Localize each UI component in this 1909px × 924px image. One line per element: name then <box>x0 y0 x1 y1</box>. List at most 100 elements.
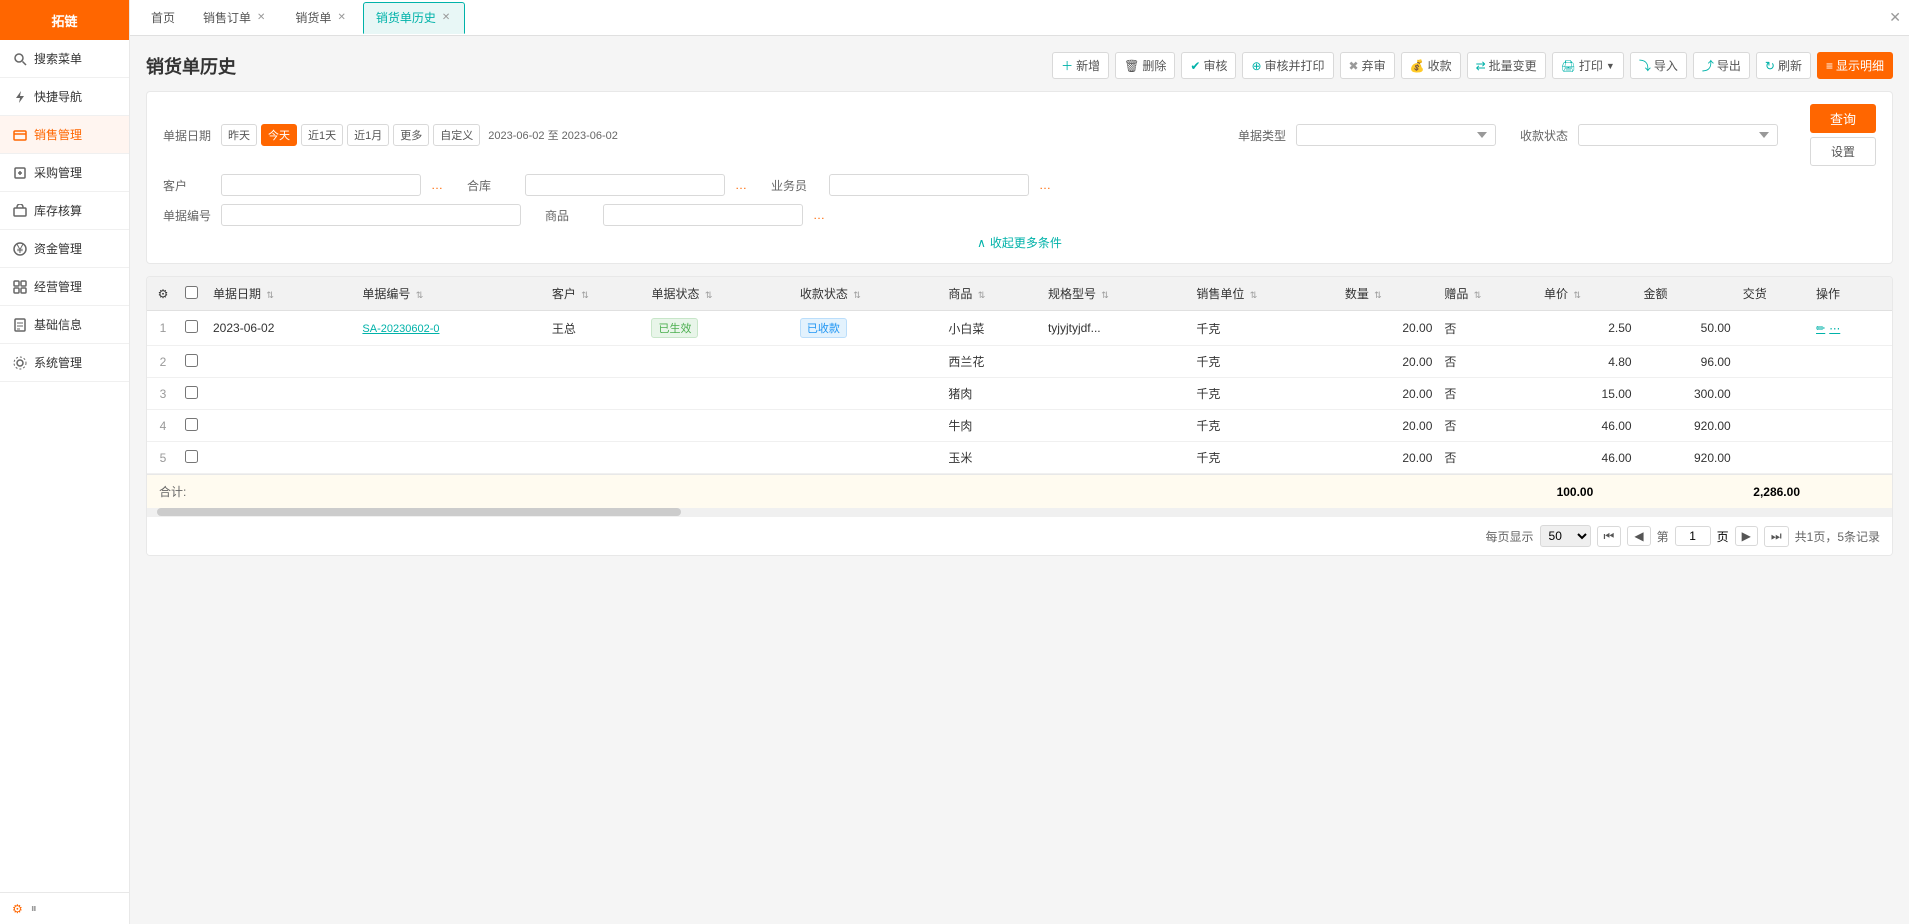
staff-dots[interactable]: … <box>1039 178 1051 192</box>
col-customer[interactable]: 客户 ⇅ <box>546 277 646 311</box>
col-pay-status[interactable]: 收款状态 ⇅ <box>794 277 942 311</box>
pay-status-select[interactable] <box>1578 124 1778 146</box>
row-checkbox[interactable] <box>185 354 198 367</box>
audit-print-button[interactable]: ⊕ 审核并打印 <box>1242 52 1333 79</box>
sidebar-item-inventory[interactable]: 库存核算 <box>0 192 129 230</box>
query-button[interactable]: 查询 <box>1810 104 1876 133</box>
row-checkbox[interactable] <box>185 386 198 399</box>
select-all-checkbox[interactable] <box>185 286 198 299</box>
print-icon: 🖨 <box>1561 59 1576 73</box>
date-label: 单据日期 <box>163 127 213 144</box>
sidebar-item-finance[interactable]: ¥ 资金管理 <box>0 230 129 268</box>
warehouse-input[interactable] <box>525 174 725 196</box>
print-button[interactable]: 🖨 打印 ▼ <box>1552 52 1624 79</box>
audit-button[interactable]: ✔ 审核 <box>1181 52 1236 79</box>
sidebar-item-operation[interactable]: 经营管理 <box>0 268 129 306</box>
sidebar-item-purchase[interactable]: 采购管理 <box>0 154 129 192</box>
date-more-btn[interactable]: 更多 <box>393 124 429 146</box>
cell-delivery <box>1737 346 1810 378</box>
warehouse-dots[interactable]: … <box>735 178 747 192</box>
more-action-btn[interactable]: ⋯ <box>1829 323 1840 335</box>
sidebar-item-quick-nav[interactable]: 快捷导航 <box>0 78 129 116</box>
page-number-input[interactable] <box>1675 526 1711 546</box>
tab-sales-delivery[interactable]: 销货单 ✕ <box>282 2 360 34</box>
sidebar-item-system[interactable]: 系统管理 <box>0 344 129 382</box>
row-checkbox[interactable] <box>185 320 198 333</box>
col-goods[interactable]: 商品 ⇅ <box>942 277 1042 311</box>
tab-close-sales-history[interactable]: ✕ <box>440 11 452 24</box>
sidebar-item-basic-info[interactable]: 基础信息 <box>0 306 129 344</box>
col-date[interactable]: 单据日期 ⇅ <box>207 277 356 311</box>
staff-label: 业务员 <box>771 177 821 194</box>
new-button[interactable]: ＋ 新增 <box>1052 52 1109 79</box>
tab-label: 销售订单 <box>203 9 251 26</box>
horizontal-scrollbar[interactable] <box>147 508 1892 516</box>
goods-dots[interactable]: … <box>813 208 825 222</box>
date-last7-btn[interactable]: 近1天 <box>301 124 343 146</box>
doc-no-input[interactable] <box>221 204 521 226</box>
settings-bottom-icon[interactable]: ⚙ <box>12 902 23 916</box>
col-settings[interactable]: ⚙ <box>147 277 179 311</box>
export-button[interactable]: ⤴ 导出 <box>1693 52 1750 79</box>
customer-dots[interactable]: … <box>431 178 443 192</box>
filter-row-3: 单据编号 商品 … <box>163 204 1876 226</box>
date-custom-btn[interactable]: 自定义 <box>433 124 480 146</box>
tab-sales-history[interactable]: 销货单历史 ✕ <box>363 2 465 34</box>
delete-button[interactable]: 🗑 删除 <box>1115 52 1175 79</box>
date-yesterday-btn[interactable]: 昨天 <box>221 124 257 146</box>
date-last30-btn[interactable]: 近1月 <box>347 124 389 146</box>
scrollbar-thumb[interactable] <box>157 508 681 516</box>
tab-sales-order[interactable]: 销售订单 ✕ <box>190 2 280 34</box>
cell-doc-status <box>645 410 793 442</box>
abandon-button[interactable]: ✖ 弃审 <box>1340 52 1395 79</box>
doc-type-select[interactable] <box>1296 124 1496 146</box>
goods-input[interactable] <box>603 204 803 226</box>
row-checkbox[interactable] <box>185 450 198 463</box>
col-price[interactable]: 单价 ⇅ <box>1538 277 1638 311</box>
col-doc-status[interactable]: 单据状态 ⇅ <box>645 277 793 311</box>
filter-doc-no-item: 单据编号 <box>163 204 521 226</box>
edit-action-btn[interactable]: ✏ <box>1816 323 1825 335</box>
refresh-button[interactable]: ↻ 刷新 <box>1756 52 1811 79</box>
col-no[interactable]: 单据编号 ⇅ <box>356 277 545 311</box>
col-spec[interactable]: 规格型号 ⇅ <box>1042 277 1190 311</box>
print-dropdown-icon: ▼ <box>1606 61 1615 71</box>
doc-no-link[interactable]: SA-20230602-0 <box>362 323 439 335</box>
cell-spec <box>1042 346 1190 378</box>
tab-close-sales-order[interactable]: ✕ <box>255 11 267 24</box>
show-detail-button[interactable]: ≡ 显示明细 <box>1817 52 1893 79</box>
prev-page-button[interactable]: ◀ <box>1627 526 1650 546</box>
customer-label: 客户 <box>163 177 213 194</box>
first-page-button[interactable]: ⏮ <box>1597 526 1622 547</box>
window-close-icon[interactable]: ✕ <box>1889 9 1901 26</box>
data-table: ⚙ 单据日期 ⇅ 单据编号 ⇅ 客户 ⇅ <box>147 277 1892 474</box>
cell-date <box>207 378 356 410</box>
sidebar-item-sales[interactable]: 销售管理 <box>0 116 129 154</box>
tab-home[interactable]: 首页 <box>138 2 188 34</box>
sidebar-item-search-menu[interactable]: 搜索菜单 <box>0 40 129 78</box>
cell-amount: 920.00 <box>1638 442 1737 474</box>
tab-close-sales-delivery[interactable]: ✕ <box>335 11 347 24</box>
last-page-button[interactable]: ⏭ <box>1764 526 1789 547</box>
customer-input[interactable] <box>221 174 421 196</box>
sort-icon: ⇅ <box>978 290 986 300</box>
col-unit[interactable]: 销售单位 ⇅ <box>1190 277 1338 311</box>
collapse-sidebar-icon[interactable]: ⏸ <box>31 901 37 916</box>
collapse-button[interactable]: ∧ 收起更多条件 <box>163 234 1876 251</box>
sidebar-item-label: 采购管理 <box>34 164 82 181</box>
batch-change-button[interactable]: ⇄ 批量变更 <box>1467 52 1546 79</box>
date-today-btn[interactable]: 今天 <box>261 124 297 146</box>
import-button[interactable]: ⤵ 导入 <box>1630 52 1687 79</box>
row-checkbox[interactable] <box>185 418 198 431</box>
receive-button[interactable]: 💰 收款 <box>1401 52 1461 79</box>
next-page-button[interactable]: ▶ <box>1735 526 1758 546</box>
setting-button[interactable]: 设置 <box>1810 137 1876 166</box>
col-qty[interactable]: 数量 ⇅ <box>1339 277 1439 311</box>
cell-delivery <box>1737 311 1810 346</box>
filter-warehouse-item: 合库 … <box>467 174 747 196</box>
page-size-select[interactable]: 50 10 20 100 <box>1540 525 1591 547</box>
cell-amount: 50.00 <box>1638 311 1737 346</box>
col-gift[interactable]: 赠品 ⇅ <box>1438 277 1538 311</box>
col-pay-status-label: 收款状态 <box>800 287 848 301</box>
staff-input[interactable] <box>829 174 1029 196</box>
